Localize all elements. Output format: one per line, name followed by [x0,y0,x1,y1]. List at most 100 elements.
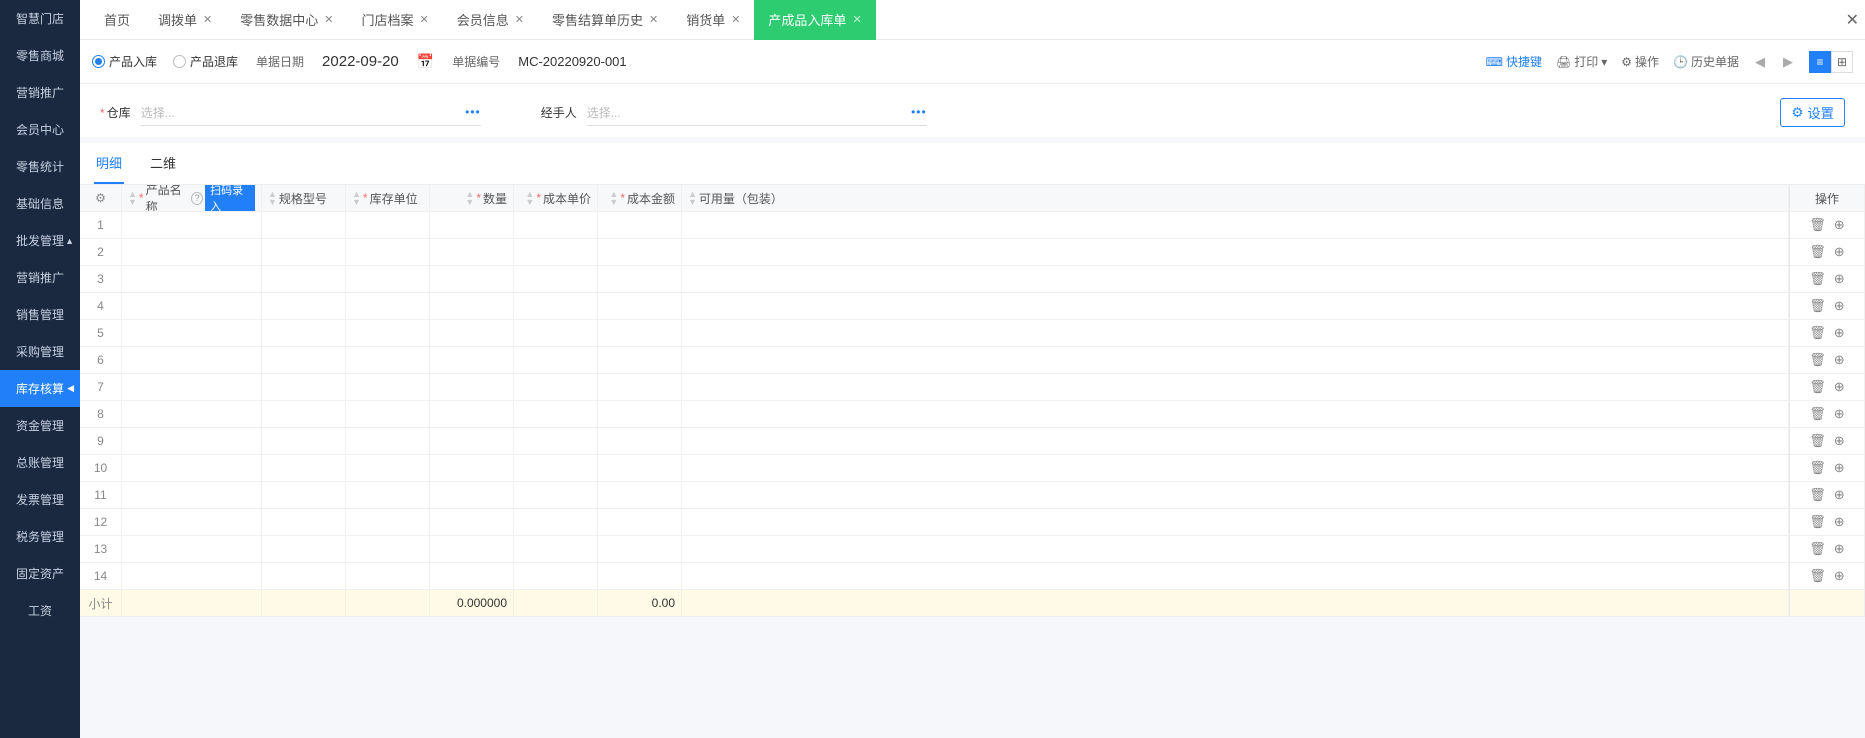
add-row-icon[interactable]: ⊕ [1834,244,1845,260]
add-row-icon[interactable]: ⊕ [1834,217,1845,233]
sort-icon[interactable]: ▲▼ [268,190,277,206]
table-row[interactable]: 6 [80,347,1789,374]
handler-select[interactable]: 选择... ••• [587,100,927,126]
sidebar-item[interactable]: 税务管理 [0,518,80,555]
add-row-icon[interactable]: ⊕ [1834,325,1845,341]
print-button[interactable]: 🖨 打印 ▾ [1556,53,1607,70]
subtab-2d[interactable]: 二维 [148,143,178,184]
sidebar-item[interactable]: 零售商城 [0,37,80,74]
tab[interactable]: 首页 [90,0,144,40]
add-row-icon[interactable]: ⊕ [1834,514,1845,530]
more-icon[interactable]: ••• [911,105,927,119]
date-value[interactable]: 2022-09-20 [322,53,399,70]
delete-icon[interactable]: 🗑 [1809,433,1826,449]
close-icon[interactable]: ✕ [203,13,212,26]
scan-badge[interactable]: 扫码录入 [205,185,255,211]
table-row[interactable]: 13 [80,536,1789,563]
table-row[interactable]: 3 [80,266,1789,293]
sidebar-item[interactable]: 营销推广 [0,259,80,296]
sidebar-item[interactable]: 库存核算◀ [0,370,80,407]
close-icon[interactable]: ✕ [324,13,333,26]
close-icon[interactable]: ✕ [515,13,524,26]
table-row[interactable]: 8 [80,401,1789,428]
sort-icon[interactable]: ▲▼ [688,190,697,206]
close-icon[interactable]: ✕ [852,13,861,26]
sidebar-item[interactable]: 零售统计 [0,148,80,185]
add-row-icon[interactable]: ⊕ [1834,379,1845,395]
next-doc-icon[interactable]: ▶ [1781,54,1795,70]
settings-button[interactable]: ⚙ 设置 [1780,98,1845,127]
tab[interactable]: 产成品入库单✕ [754,0,875,40]
sort-icon[interactable]: ▲▼ [609,190,618,206]
sort-icon[interactable]: ▲▼ [352,190,361,206]
calendar-icon[interactable]: 📅 [417,53,434,70]
table-row[interactable]: 10 [80,455,1789,482]
sidebar-item[interactable]: 工资 [0,592,80,629]
tab[interactable]: 零售数据中心✕ [226,0,347,40]
delete-icon[interactable]: 🗑 [1809,352,1826,368]
add-row-icon[interactable]: ⊕ [1834,460,1845,476]
sidebar-item[interactable]: 会员中心 [0,111,80,148]
delete-icon[interactable]: 🗑 [1809,406,1826,422]
view-list-button[interactable]: ≡ [1809,51,1831,73]
add-row-icon[interactable]: ⊕ [1834,298,1845,314]
subtab-detail[interactable]: 明细 [94,143,124,184]
add-row-icon[interactable]: ⊕ [1834,568,1845,584]
sort-icon[interactable]: ▲▼ [465,190,474,206]
table-row[interactable]: 2 [80,239,1789,266]
add-row-icon[interactable]: ⊕ [1834,487,1845,503]
sidebar-item[interactable]: 总账管理 [0,444,80,481]
table-row[interactable]: 14 [80,563,1789,590]
sidebar-item[interactable]: 采购管理 [0,333,80,370]
warehouse-select[interactable]: 选择... ••• [141,100,481,126]
prev-doc-icon[interactable]: ◀ [1753,54,1767,70]
sidebar-item[interactable]: 批发管理▲ [0,222,80,259]
delete-icon[interactable]: 🗑 [1809,514,1826,530]
delete-icon[interactable]: 🗑 [1809,460,1826,476]
sidebar-item[interactable]: 发票管理 [0,481,80,518]
close-icon[interactable]: ✕ [649,13,658,26]
help-icon[interactable]: ? [191,192,203,205]
delete-icon[interactable]: 🗑 [1809,568,1826,584]
delete-icon[interactable]: 🗑 [1809,325,1826,341]
add-row-icon[interactable]: ⊕ [1834,352,1845,368]
radio-product-out[interactable]: 产品退库 [173,53,238,70]
close-icon[interactable]: ✕ [731,13,740,26]
tab[interactable]: 会员信息✕ [443,0,538,40]
table-row[interactable]: 5 [80,320,1789,347]
table-row[interactable]: 9 [80,428,1789,455]
add-row-icon[interactable]: ⊕ [1834,406,1845,422]
radio-product-in[interactable]: 产品入库 [92,53,157,70]
close-all-tabs-icon[interactable]: ✕ [1846,10,1859,30]
table-row[interactable]: 11 [80,482,1789,509]
tab[interactable]: 门店档案✕ [347,0,442,40]
gear-icon[interactable]: ⚙ [95,191,106,205]
shortcut-button[interactable]: ⌨ 快捷键 [1486,53,1542,70]
sidebar-item[interactable]: 销售管理 [0,296,80,333]
sidebar-item[interactable]: 智慧门店 [0,0,80,37]
tab[interactable]: 零售结算单历史✕ [538,0,672,40]
add-row-icon[interactable]: ⊕ [1834,271,1845,287]
table-row[interactable]: 12 [80,509,1789,536]
sidebar-item[interactable]: 资金管理 [0,407,80,444]
delete-icon[interactable]: 🗑 [1809,217,1826,233]
close-icon[interactable]: ✕ [420,13,429,26]
delete-icon[interactable]: 🗑 [1809,271,1826,287]
delete-icon[interactable]: 🗑 [1809,487,1826,503]
ops-button[interactable]: ⚙ 操作 [1621,53,1659,70]
delete-icon[interactable]: 🗑 [1809,298,1826,314]
sidebar-item[interactable]: 固定资产 [0,555,80,592]
more-icon[interactable]: ••• [465,105,481,119]
add-row-icon[interactable]: ⊕ [1834,541,1845,557]
tab[interactable]: 销货单✕ [672,0,754,40]
delete-icon[interactable]: 🗑 [1809,541,1826,557]
sort-icon[interactable]: ▲▼ [525,190,534,206]
history-button[interactable]: 🕒 历史单据 [1673,53,1739,70]
view-card-button[interactable]: ⊞ [1831,51,1853,73]
sidebar-item[interactable]: 营销推广 [0,74,80,111]
sidebar-item[interactable]: 基础信息 [0,185,80,222]
table-row[interactable]: 4 [80,293,1789,320]
table-row[interactable]: 7 [80,374,1789,401]
delete-icon[interactable]: 🗑 [1809,244,1826,260]
tab[interactable]: 调拨单✕ [144,0,226,40]
